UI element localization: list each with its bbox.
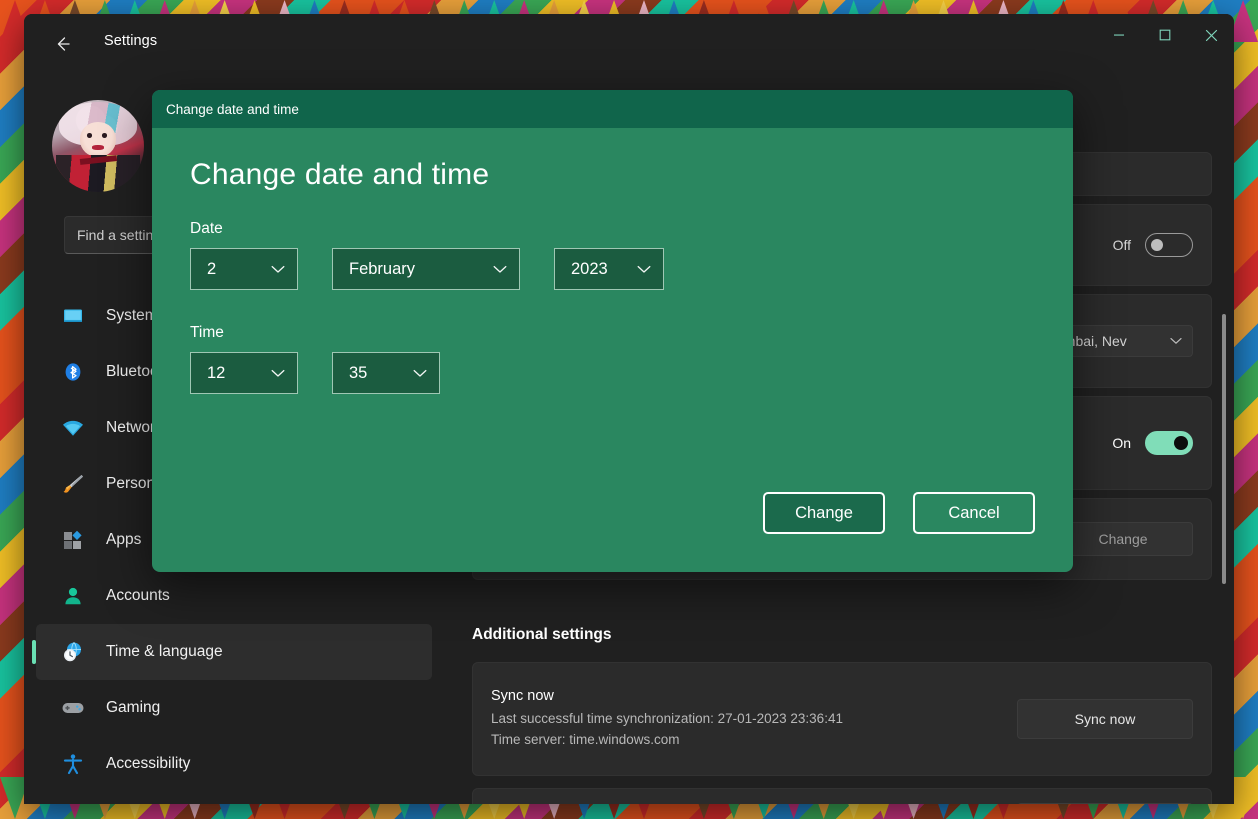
date-combo-row: 2 February 2023	[190, 248, 1035, 290]
time-label: Time	[190, 324, 224, 341]
chevron-down-icon	[271, 265, 285, 273]
sidebar-item-label: Accounts	[106, 587, 170, 604]
sidebar-item-label: Gaming	[106, 699, 161, 716]
wifi-icon	[60, 415, 86, 441]
day-value: 2	[207, 259, 217, 278]
toggle-adjust-dst[interactable]	[1145, 431, 1193, 455]
minimize-icon[interactable]	[1096, 14, 1142, 56]
sidebar-item-time-and-language[interactable]: Time & language	[32, 624, 432, 680]
day-dropdown[interactable]: 2	[190, 248, 298, 290]
content-card-partial-bottom	[472, 788, 1212, 804]
close-icon[interactable]	[1188, 14, 1234, 56]
date-label: Date	[190, 220, 223, 237]
additional-settings-heading: Additional settings	[472, 626, 612, 643]
sidebar-item-label: System	[106, 307, 158, 324]
person-icon	[60, 583, 86, 609]
desktop: Settings Find a setting System Bluetooth…	[0, 0, 1258, 819]
year-dropdown[interactable]: 2023	[554, 248, 664, 290]
cancel-button[interactable]: Cancel	[913, 492, 1035, 534]
hour-value: 12	[207, 363, 226, 382]
year-value: 2023	[571, 259, 608, 278]
change-button[interactable]: Change	[763, 492, 885, 534]
maximize-icon[interactable]	[1142, 14, 1188, 56]
window-titlebar: Settings	[24, 14, 1234, 74]
avatar[interactable]	[52, 100, 144, 192]
accessibility-icon	[60, 751, 86, 777]
gamepad-icon	[60, 695, 86, 721]
dialog-actions: Change Cancel	[763, 492, 1035, 534]
month-dropdown[interactable]: February	[332, 248, 520, 290]
time-combo-row: 12 35	[190, 352, 1035, 394]
chevron-down-icon	[637, 265, 651, 273]
monitor-icon	[60, 303, 86, 329]
dialog-titlebar: Change date and time	[152, 90, 1073, 128]
change-date-and-time-dialog: Change date and time Change date and tim…	[152, 90, 1073, 572]
sync-now-card: Sync now Last successful time synchroniz…	[472, 662, 1212, 776]
toggle-set-time-automatically[interactable]	[1145, 233, 1193, 257]
partial-button[interactable]	[1017, 803, 1193, 804]
status-badge: On	[1112, 435, 1131, 451]
sync-now-title: Sync now	[491, 687, 554, 704]
search-placeholder: Find a setting	[77, 227, 162, 243]
dialog-heading: Change date and time	[190, 158, 490, 191]
status-badge: Off	[1112, 237, 1131, 253]
sidebar-item-gaming[interactable]: Gaming	[36, 680, 432, 736]
settings-window: Settings Find a setting System Bluetooth…	[24, 14, 1234, 804]
hour-dropdown[interactable]: 12	[190, 352, 298, 394]
sync-now-last-sync: Last successful time synchronization: 27…	[491, 710, 843, 726]
sidebar-item-label: Time & language	[106, 643, 223, 660]
page-title: Settings	[104, 33, 158, 49]
paintbrush-icon	[60, 471, 86, 497]
sync-now-time-server: Time server: time.windows.com	[491, 731, 680, 747]
clock-globe-icon	[60, 639, 86, 665]
minute-value: 35	[349, 363, 368, 382]
content-scrollbar[interactable]	[1222, 314, 1226, 584]
month-value: February	[349, 259, 416, 278]
bluetooth-icon	[60, 359, 86, 385]
chevron-down-icon	[271, 369, 285, 377]
dialog-body: Change date and time Date 2 February 202…	[152, 128, 1073, 572]
change-date-time-button[interactable]: Change	[1053, 522, 1193, 556]
dialog-titlebar-label: Change date and time	[166, 101, 299, 117]
sidebar-item-accounts[interactable]: Accounts	[36, 568, 432, 624]
sidebar-item-accessibility[interactable]: Accessibility	[36, 736, 432, 792]
sidebar-item-privacy-and-security[interactable]: Privacy & security	[36, 792, 432, 804]
window-controls	[1096, 14, 1234, 56]
minute-dropdown[interactable]: 35	[332, 352, 440, 394]
chevron-down-icon	[493, 265, 507, 273]
sidebar-item-label: Apps	[106, 531, 142, 548]
sync-now-button[interactable]: Sync now	[1017, 699, 1193, 739]
chevron-down-icon	[1170, 338, 1182, 344]
apps-icon	[60, 527, 86, 553]
chevron-down-icon	[413, 369, 427, 377]
back-arrow-icon[interactable]	[44, 28, 80, 60]
sidebar-item-label: Accessibility	[106, 755, 191, 772]
